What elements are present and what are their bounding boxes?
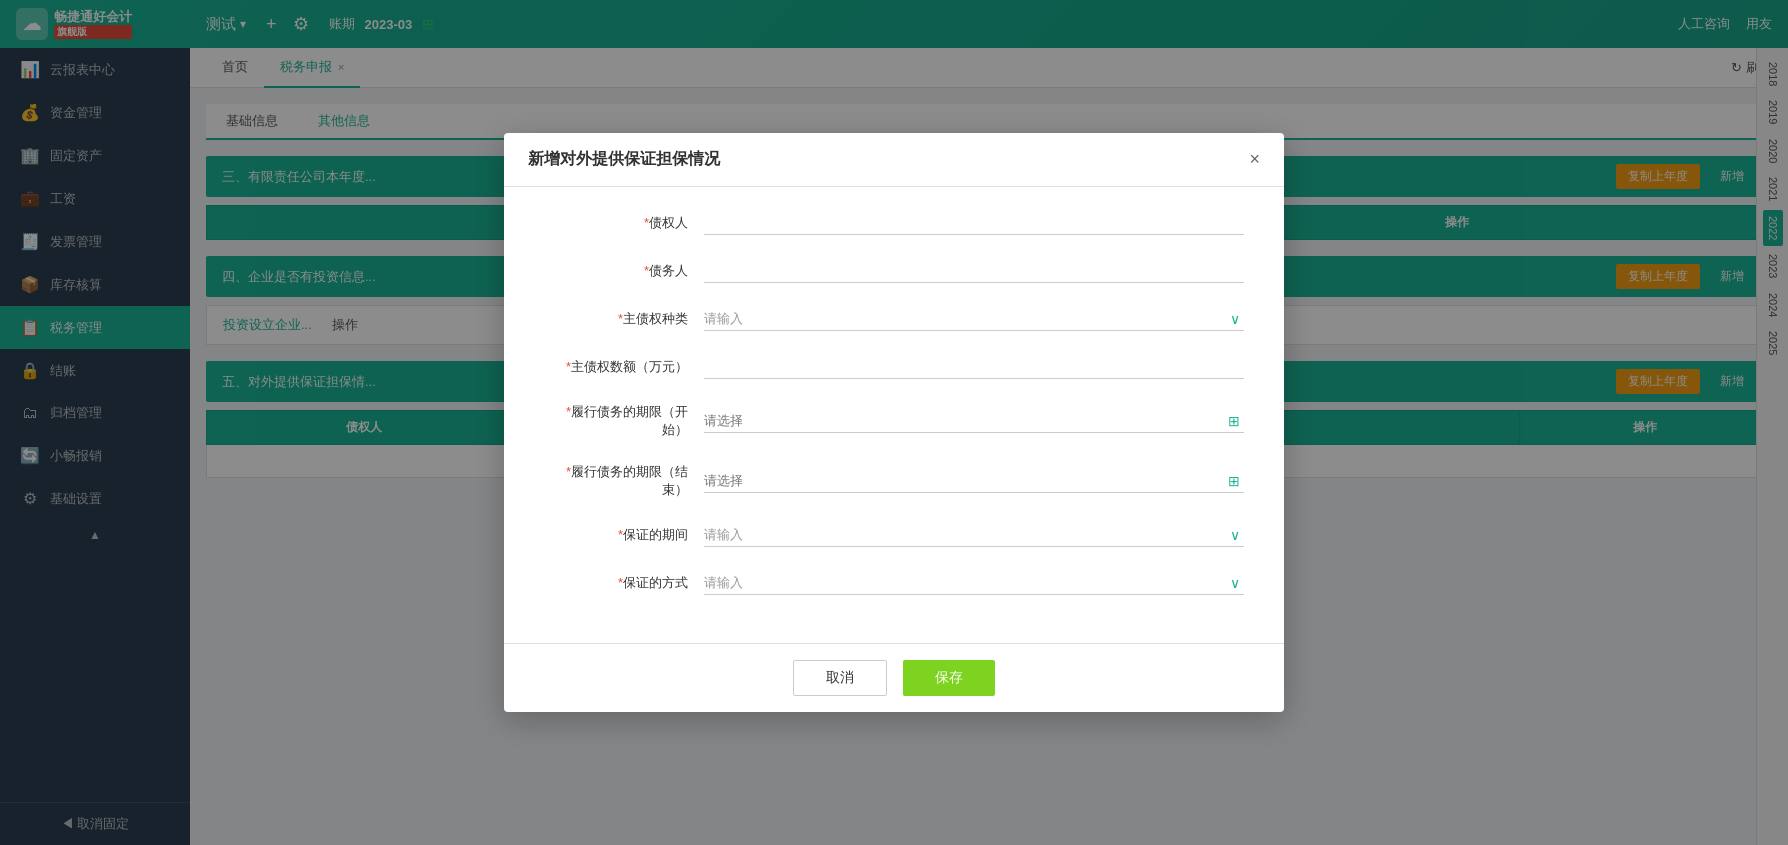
select-debt-type[interactable]: 请输入: [704, 307, 1244, 331]
form-row-guarantee-method: *保证的方式 请输入 ∨: [544, 571, 1244, 595]
input-debtor[interactable]: [704, 259, 1244, 283]
form-row-guarantee-period: *保证的期间 请输入 ∨: [544, 523, 1244, 547]
modal-header: 新增对外提供保证担保情况 ×: [504, 133, 1284, 187]
input-debt-amount[interactable]: [704, 355, 1244, 379]
modal-title: 新增对外提供保证担保情况: [528, 149, 720, 170]
form-row-debtor: *债务人: [544, 259, 1244, 283]
form-row-period-start: *履行债务的期限（开始） ⊞: [544, 403, 1244, 439]
label-creditor: *债权人: [544, 214, 704, 232]
save-button[interactable]: 保存: [903, 660, 995, 696]
modal-body: *债权人 *债务人 *主债权种类 请输入: [504, 187, 1284, 643]
form-row-debt-amount: *主债权数额（万元）: [544, 355, 1244, 379]
label-period-start: *履行债务的期限（开始）: [544, 403, 704, 439]
input-creditor[interactable]: [704, 211, 1244, 235]
label-period-end: *履行债务的期限（结束）: [544, 463, 704, 499]
label-guarantee-method: *保证的方式: [544, 574, 704, 592]
form-row-period-end: *履行债务的期限（结束） ⊞: [544, 463, 1244, 499]
modal-footer: 取消 保存: [504, 643, 1284, 712]
form-row-debt-type: *主债权种类 请输入 ∨: [544, 307, 1244, 331]
label-guarantee-period: *保证的期间: [544, 526, 704, 544]
select-wrapper-debt-type: 请输入 ∨: [704, 307, 1244, 331]
modal-overlay[interactable]: 新增对外提供保证担保情况 × *债权人 *债务人 *主债权种类: [0, 0, 1788, 845]
date-wrapper-end: ⊞: [704, 469, 1244, 493]
modal-close-button[interactable]: ×: [1249, 149, 1260, 170]
label-debt-amount: *主债权数额（万元）: [544, 358, 704, 376]
cancel-button[interactable]: 取消: [793, 660, 887, 696]
select-wrapper-guarantee-period: 请输入 ∨: [704, 523, 1244, 547]
label-debtor: *债务人: [544, 262, 704, 280]
date-wrapper-start: ⊞: [704, 409, 1244, 433]
input-period-start[interactable]: [704, 409, 1244, 433]
modal: 新增对外提供保证担保情况 × *债权人 *债务人 *主债权种类: [504, 133, 1284, 712]
select-guarantee-method[interactable]: 请输入: [704, 571, 1244, 595]
form-row-creditor: *债权人: [544, 211, 1244, 235]
select-guarantee-period[interactable]: 请输入: [704, 523, 1244, 547]
label-debt-type: *主债权种类: [544, 310, 704, 328]
input-period-end[interactable]: [704, 469, 1244, 493]
select-wrapper-guarantee-method: 请输入 ∨: [704, 571, 1244, 595]
